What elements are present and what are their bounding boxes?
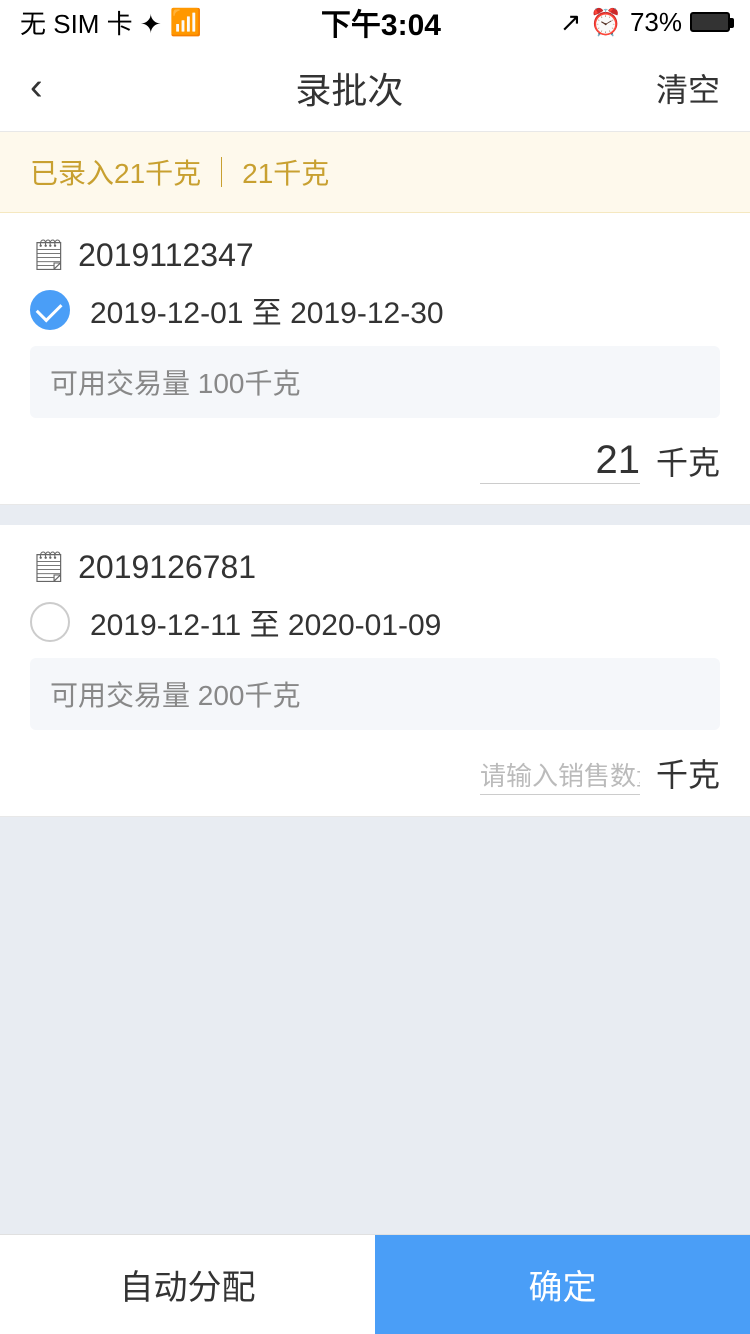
banner-divider	[221, 157, 222, 187]
status-right: ↗ ⏰ 73%	[560, 7, 730, 38]
batch-radio-2[interactable]	[30, 602, 70, 642]
status-time: 下午3:04	[321, 0, 441, 44]
recorded-value: 21千克	[242, 152, 329, 192]
wifi-icon: 📶	[170, 7, 202, 38]
batch-card-2: 🗒 2019126781 2019-12-11 至 2020-01-09 可用交…	[0, 525, 750, 817]
batch-id-2: 2019126781	[78, 549, 256, 586]
bottom-empty-area	[0, 817, 750, 1277]
info-banner: 已录入21千克 21千克	[0, 132, 750, 213]
quantity-row-1: 千克	[0, 418, 750, 505]
alarm-icon: ⏰	[590, 7, 622, 38]
batch-header-1: 🗒 2019112347	[0, 213, 750, 274]
batch-availability-2: 可用交易量 200千克	[30, 658, 720, 730]
nav-bar: ‹ 录批次 清空	[0, 44, 750, 132]
location-icon: ↗	[560, 7, 582, 38]
page-title: 录批次	[295, 62, 403, 114]
batch-id-1: 2019112347	[78, 237, 254, 274]
batch-date-2: 2019-12-11 至 2020-01-09	[90, 600, 441, 644]
batch-card-1: 🗒 2019112347 2019-12-01 至 2019-12-30 可用交…	[0, 213, 750, 505]
footer: 自动分配 确定	[0, 1234, 750, 1334]
quantity-input-2[interactable]	[480, 752, 640, 795]
batch-header-2: 🗒 2019126781	[0, 525, 750, 586]
batch-doc-icon-1: 🗒	[30, 238, 68, 273]
recorded-label: 已录入21千克	[30, 152, 201, 192]
quantity-input-1[interactable]	[480, 438, 640, 484]
status-left: 无 SIM 卡 ✦ 📶	[20, 4, 202, 41]
battery-icon	[690, 12, 730, 32]
batch-row-1: 2019-12-01 至 2019-12-30	[0, 274, 750, 332]
batch-date-1: 2019-12-01 至 2019-12-30	[90, 288, 444, 332]
back-button[interactable]: ‹	[30, 66, 43, 109]
batch-doc-icon-2: 🗒	[30, 550, 68, 585]
status-bar: 无 SIM 卡 ✦ 📶 下午3:04 ↗ ⏰ 73%	[0, 0, 750, 44]
batch-availability-1: 可用交易量 100千克	[30, 346, 720, 418]
confirm-button[interactable]: 确定	[375, 1235, 750, 1334]
quantity-unit-1: 千克	[656, 438, 720, 484]
batch-radio-1[interactable]	[30, 290, 70, 330]
auto-distribute-button[interactable]: 自动分配	[0, 1235, 375, 1334]
section-divider	[0, 505, 750, 525]
batch-row-2: 2019-12-11 至 2020-01-09	[0, 586, 750, 644]
quantity-unit-2: 千克	[656, 750, 720, 796]
battery-level: 73%	[630, 7, 682, 38]
no-sim-text: 无 SIM 卡 ✦	[20, 4, 162, 41]
quantity-row-2: 千克	[0, 730, 750, 817]
clear-button[interactable]: 清空	[656, 65, 720, 111]
